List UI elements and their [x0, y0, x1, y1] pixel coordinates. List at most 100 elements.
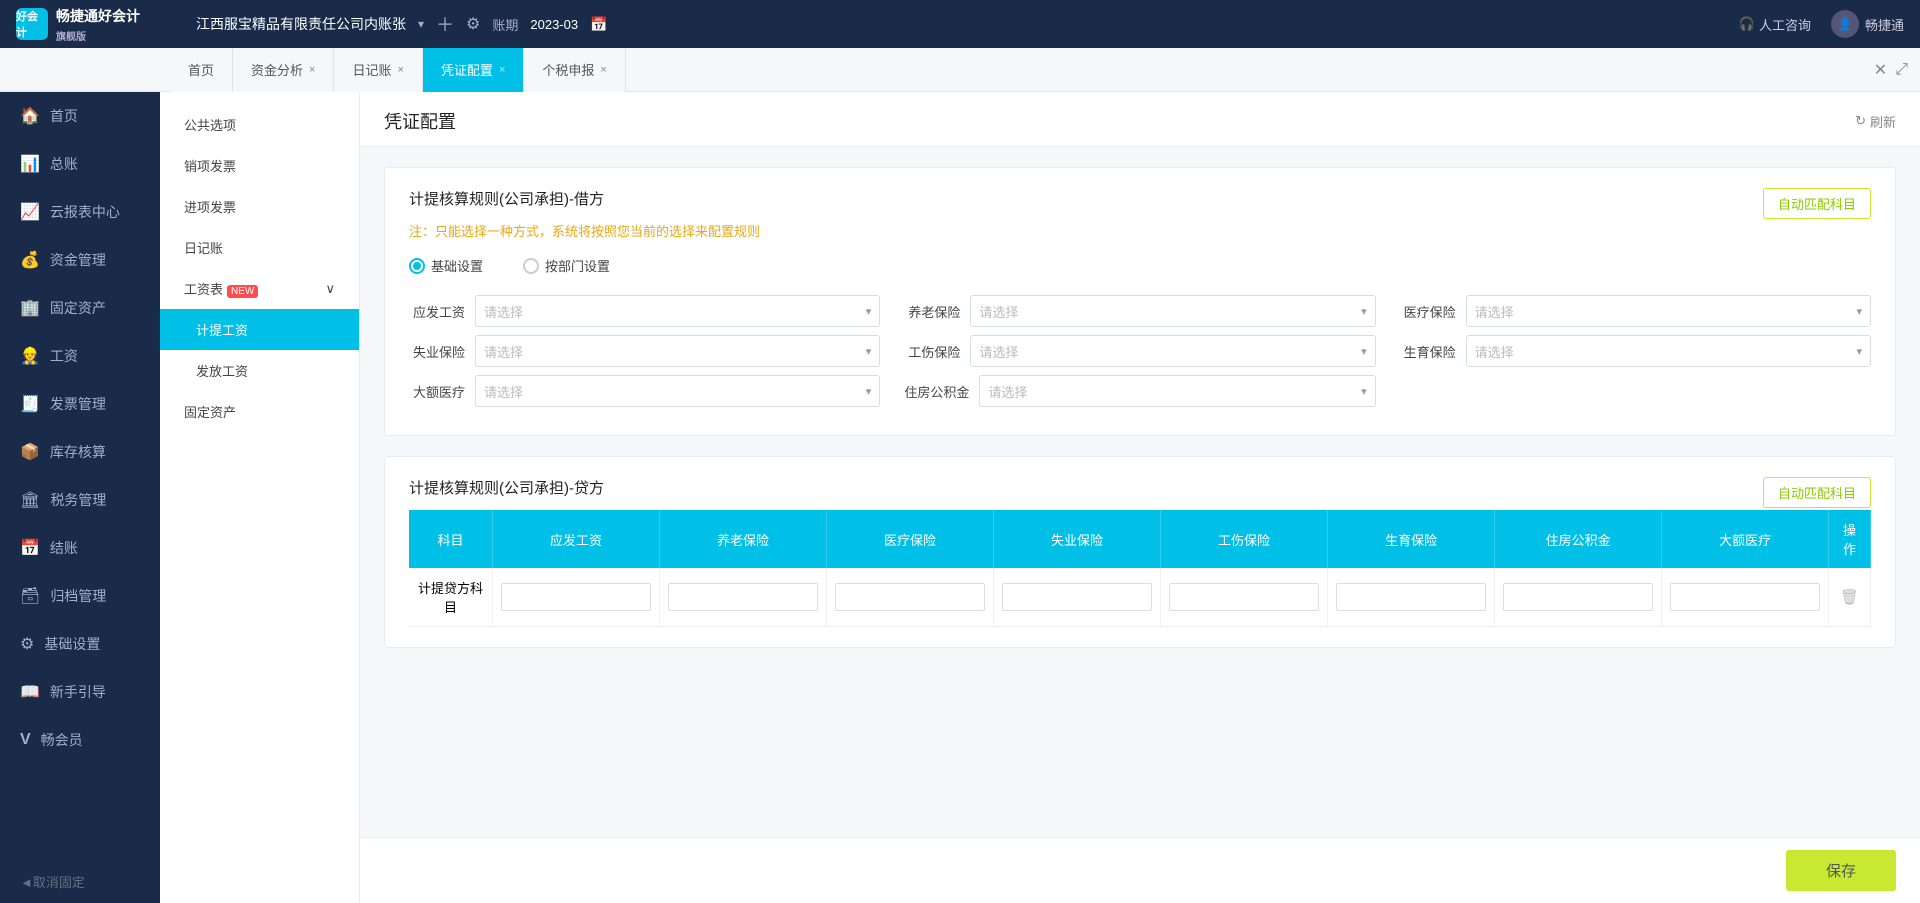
- sidebar-item-reports[interactable]: 📈 云报表中心: [0, 188, 160, 236]
- pension-select[interactable]: 请选择 ▾: [970, 295, 1375, 327]
- sidebar-invoice-label: 发票管理: [50, 394, 106, 414]
- add-account-button[interactable]: ＋: [436, 11, 454, 37]
- fixed-assets-icon: 🏢: [20, 298, 40, 318]
- close-tab-icon[interactable]: ✕: [1874, 60, 1887, 80]
- nav-payroll-group[interactable]: 工资表NEW ∨: [160, 268, 359, 309]
- col-unemployment: 失业保险: [994, 510, 1161, 568]
- debit-section-title: 计提核算规则(公司承担)-借方: [409, 188, 1871, 209]
- tab-home[interactable]: 首页: [170, 48, 233, 92]
- settings-icon[interactable]: ⚙: [466, 14, 480, 34]
- sidebar-item-invoice[interactable]: 🧾 发票管理: [0, 380, 160, 428]
- work-injury-select[interactable]: 请选择 ▾: [970, 335, 1375, 367]
- debit-auto-match-button[interactable]: 自动匹配科目: [1763, 188, 1871, 219]
- cancel-pin-label: ◄取消固定: [20, 872, 85, 891]
- guide-icon: 📖: [20, 682, 40, 702]
- maternity-label: 生育保险: [1400, 342, 1456, 361]
- row-gross-salary-input-cell: [492, 568, 659, 627]
- row-maternity-input[interactable]: [1336, 583, 1486, 611]
- row-unemployment-input[interactable]: [1002, 583, 1152, 611]
- tab-voucher-close[interactable]: ×: [499, 64, 505, 76]
- radio-basic-dot: [413, 262, 421, 270]
- maternity-select[interactable]: 请选择 ▾: [1466, 335, 1871, 367]
- major-medical-arrow-icon: ▾: [866, 385, 872, 398]
- unemployment-select[interactable]: 请选择 ▾: [475, 335, 880, 367]
- sidebar-item-funds[interactable]: 💰 资金管理: [0, 236, 160, 284]
- tab-journal-close[interactable]: ×: [397, 64, 403, 76]
- sidebar-item-archive[interactable]: 🗃 归档管理: [0, 572, 160, 620]
- support-button[interactable]: 🎧 人工咨询: [1739, 15, 1811, 34]
- tab-tax-return[interactable]: 个税申报 ×: [524, 48, 625, 92]
- sidebar-payroll-label: 工资: [50, 346, 78, 366]
- tab-tax-close[interactable]: ×: [600, 64, 606, 76]
- housing-fund-select[interactable]: 请选择 ▾: [979, 375, 1375, 407]
- sidebar-item-settings[interactable]: ⚙ 基础设置: [0, 620, 160, 668]
- dropdown-arrow-icon[interactable]: ▾: [418, 17, 424, 31]
- row-pension-input-cell: [660, 568, 827, 627]
- settings-sidebar-icon: ⚙: [20, 634, 34, 654]
- sidebar-item-guide[interactable]: 📖 新手引导: [0, 668, 160, 716]
- cancel-pin-button[interactable]: ◄取消固定: [0, 860, 160, 903]
- save-button[interactable]: 保存: [1786, 850, 1896, 891]
- row-medical-input[interactable]: [835, 583, 985, 611]
- unemployment-placeholder: 请选择: [484, 342, 523, 361]
- sidebar-item-ledger[interactable]: 📊 总账: [0, 140, 160, 188]
- nav-public-options[interactable]: 公共选项: [160, 104, 359, 145]
- housing-fund-placeholder: 请选择: [988, 382, 1027, 401]
- tab-funds-analysis[interactable]: 资金分析 ×: [233, 48, 334, 92]
- gross-salary-select[interactable]: 请选择 ▾: [475, 295, 880, 327]
- sidebar-item-inventory[interactable]: 📦 库存核算: [0, 428, 160, 476]
- funds-icon: 💰: [20, 250, 40, 270]
- sidebar-item-closing[interactable]: 📅 结账: [0, 524, 160, 572]
- sidebar-fixed-label: 固定资产: [50, 298, 106, 318]
- radio-basic-settings[interactable]: 基础设置: [409, 256, 483, 275]
- sidebar-item-tax[interactable]: 🏛 税务管理: [0, 476, 160, 524]
- gross-salary-arrow-icon: ▾: [866, 305, 872, 318]
- user-area[interactable]: 👤 畅捷通: [1831, 10, 1904, 38]
- support-label: 人工咨询: [1759, 15, 1811, 34]
- row-pension-input[interactable]: [668, 583, 818, 611]
- tax-icon: 🏛: [20, 490, 40, 510]
- tab-journal[interactable]: 日记账 ×: [334, 48, 422, 92]
- tab-journal-label: 日记账: [352, 60, 391, 79]
- radio-department-settings[interactable]: 按部门设置: [523, 256, 610, 275]
- sidebar-item-fixed-assets[interactable]: 🏢 固定资产: [0, 284, 160, 332]
- table-row: 计提贷方科目 🗑: [409, 568, 1871, 627]
- unemployment-arrow-icon: ▾: [866, 345, 872, 358]
- row-major-medical-input-cell: [1662, 568, 1829, 627]
- expand-icon[interactable]: ⤢: [1895, 61, 1908, 79]
- refresh-button[interactable]: ↻ 刷新: [1855, 112, 1896, 131]
- debit-fields-row1: 应发工资 请选择 ▾ 养老保险 请选择 ▾: [409, 295, 1871, 327]
- row-gross-salary-input[interactable]: [501, 583, 651, 611]
- closing-icon: 📅: [20, 538, 40, 558]
- nav-accrual-payroll[interactable]: 计提工资: [160, 309, 359, 350]
- field-pension: 养老保险 请选择 ▾: [904, 295, 1375, 327]
- credit-auto-match-button[interactable]: 自动匹配科目: [1763, 477, 1871, 508]
- sidebar-member-label: 畅会员: [41, 730, 83, 750]
- row-major-medical-input[interactable]: [1670, 583, 1820, 611]
- delete-row-button[interactable]: 🗑: [1840, 589, 1859, 606]
- nav-pay-payroll[interactable]: 发放工资: [160, 350, 359, 391]
- sidebar-item-member[interactable]: V 畅会员: [0, 716, 160, 764]
- major-medical-select[interactable]: 请选择 ▾: [475, 375, 880, 407]
- nav-sales-invoice[interactable]: 销项发票: [160, 145, 359, 186]
- row-action-cell: 🗑: [1829, 568, 1871, 627]
- medical-select[interactable]: 请选择 ▾: [1466, 295, 1871, 327]
- tab-voucher-config[interactable]: 凭证配置 ×: [423, 48, 524, 92]
- col-maternity: 生育保险: [1328, 510, 1495, 568]
- row-housing-fund-input[interactable]: [1503, 583, 1653, 611]
- member-icon: V: [20, 731, 31, 749]
- nav-journal[interactable]: 日记账: [160, 227, 359, 268]
- tab-funds-close[interactable]: ×: [309, 64, 315, 76]
- field-maternity: 生育保险 请选择 ▾: [1400, 335, 1871, 367]
- credit-table-wrapper: 科目 应发工资 养老保险 医疗保险 失业保险 工伤保险 生育保险 住房公积金 大…: [409, 510, 1871, 627]
- unemployment-label: 失业保险: [409, 342, 465, 361]
- row-work-injury-input[interactable]: [1169, 583, 1319, 611]
- sidebar-item-payroll[interactable]: 👷 工资: [0, 332, 160, 380]
- sidebar-item-home[interactable]: 🏠 首页: [0, 92, 160, 140]
- nav-fixed-assets-nav[interactable]: 固定资产: [160, 391, 359, 432]
- period-value: 2023-03: [530, 17, 578, 32]
- calendar-icon[interactable]: 📅: [590, 16, 607, 33]
- refresh-label: 刷新: [1870, 112, 1896, 131]
- nav-purchase-invoice[interactable]: 进项发票: [160, 186, 359, 227]
- field-work-injury: 工伤保险 请选择 ▾: [904, 335, 1375, 367]
